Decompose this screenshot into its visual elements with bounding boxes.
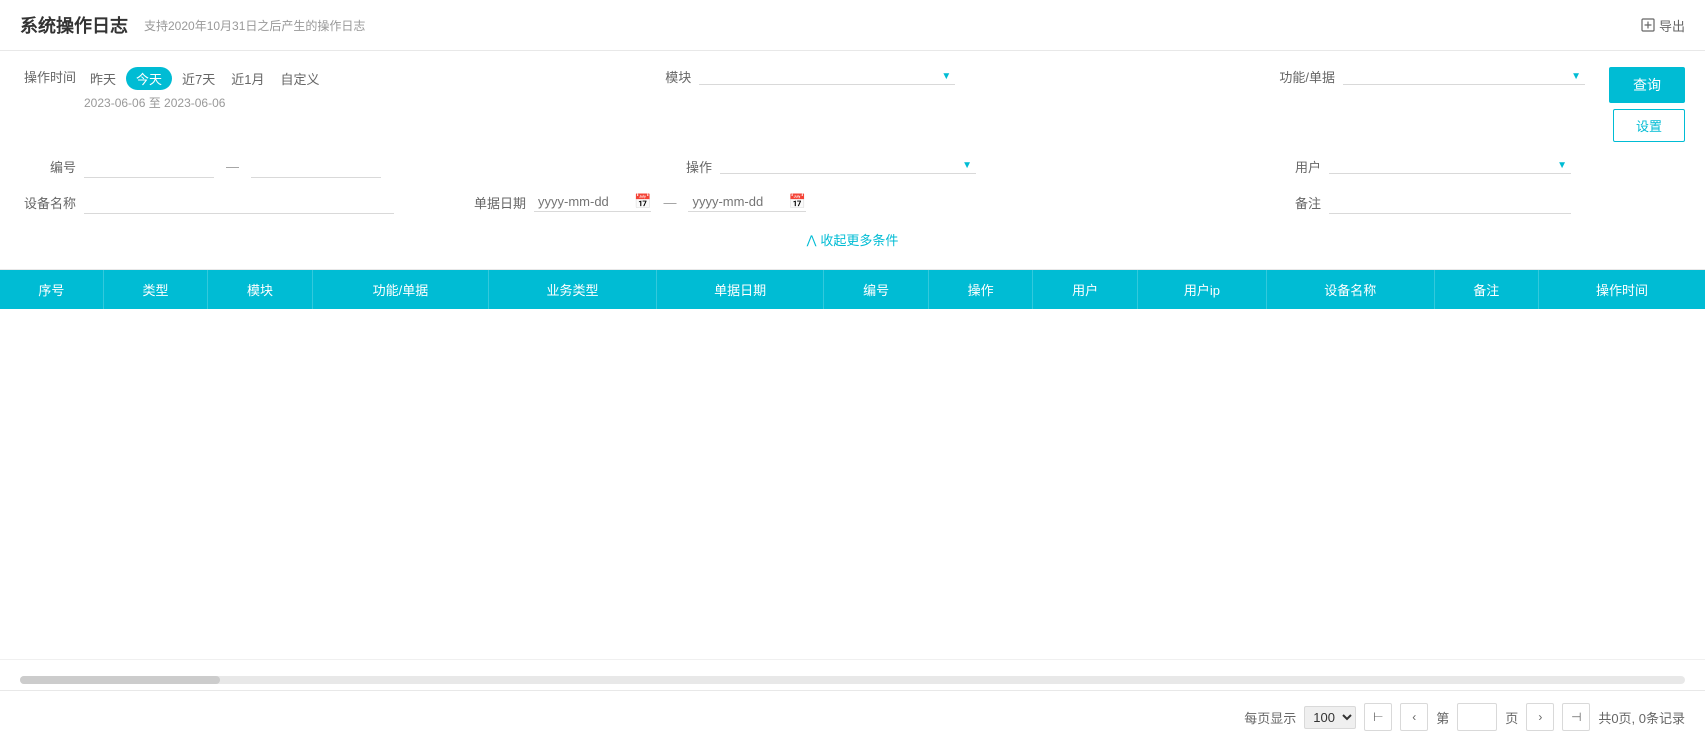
calendar-end-icon[interactable]: 📅 <box>788 193 805 210</box>
total-info: 共0页, 0条记录 <box>1598 708 1685 727</box>
page-input[interactable]: 1 <box>1457 703 1497 731</box>
operation-label: 操作 <box>656 157 712 176</box>
filter-row3: 设备名称 单据日期 📅 — 📅 备注 <box>20 190 1685 214</box>
page-title: 系统操作日志 <box>20 12 128 38</box>
col-header-optime: 操作时间 <box>1539 270 1705 309</box>
per-page-label: 每页显示 <box>1244 708 1296 727</box>
date-dash: — <box>659 195 680 210</box>
col-header-func: 功能/单据 <box>312 270 488 309</box>
export-icon <box>1641 18 1655 32</box>
time-btn-custom[interactable]: 自定义 <box>275 67 326 90</box>
user-chevron-icon: ▼ <box>1557 160 1567 171</box>
settings-button[interactable]: 设置 <box>1613 109 1685 142</box>
col-header-type: 类型 <box>103 270 207 309</box>
col-header-remark: 备注 <box>1434 270 1538 309</box>
export-label: 导出 <box>1659 16 1685 35</box>
col-header-biztype: 业务类型 <box>489 270 657 309</box>
time-options-group: 昨天 今天 近7天 近1月 自定义 2023-06-06 至 2023-06-0… <box>84 67 326 111</box>
user-group: 用户 ▼ <box>1251 157 1571 176</box>
page-label: 第 <box>1436 708 1449 727</box>
time-btn-yesterday[interactable]: 昨天 <box>84 67 122 90</box>
func-chevron-icon: ▼ <box>1571 71 1581 82</box>
collapse-chevron-icon: ⋀ <box>807 233 817 247</box>
time-buttons-row: 昨天 今天 近7天 近1月 自定义 <box>84 67 326 90</box>
number-input-start[interactable] <box>84 154 214 178</box>
col-header-device: 设备名称 <box>1266 270 1434 309</box>
date-start-input[interactable] <box>534 192 634 211</box>
empty-row <box>0 309 1705 659</box>
collapse-button[interactable]: ⋀ 收起更多条件 <box>807 230 899 249</box>
prev-page-btn[interactable]: ‹ <box>1400 703 1428 731</box>
calendar-start-icon[interactable]: 📅 <box>634 193 651 210</box>
time-btn-1month[interactable]: 近1月 <box>225 67 270 90</box>
operation-chevron-icon: ▼ <box>962 160 972 171</box>
module-label: 模块 <box>635 67 691 86</box>
user-dropdown[interactable]: ▼ <box>1329 158 1571 174</box>
table-container: 序号 类型 模块 功能/单据 业务类型 单据日期 编号 操作 用户 用户ip 设… <box>0 270 1705 670</box>
first-page-btn[interactable]: ⊢ <box>1364 703 1392 731</box>
col-header-userip: 用户ip <box>1137 270 1266 309</box>
user-label: 用户 <box>1251 157 1321 176</box>
col-header-number: 编号 <box>824 270 928 309</box>
filter-row2: 编号 — 操作 ▼ 用户 ▼ <box>20 154 1685 178</box>
func-label: 功能/单据 <box>1265 67 1335 86</box>
scrollbar-track <box>20 676 1685 684</box>
col-header-seq: 序号 <box>0 270 103 309</box>
page-container: 系统操作日志 支持2020年10月31日之后产生的操作日志 导出 操作时间 昨天… <box>0 0 1705 743</box>
query-button[interactable]: 查询 <box>1609 67 1685 103</box>
operation-dropdown[interactable]: ▼ <box>720 158 976 174</box>
operation-time-label: 操作时间 <box>20 67 76 86</box>
number-label: 编号 <box>20 157 76 176</box>
filter-area: 操作时间 昨天 今天 近7天 近1月 自定义 2023-06-06 至 2023… <box>0 51 1705 270</box>
last-page-btn[interactable]: ⊣ <box>1562 703 1590 731</box>
func-dropdown[interactable]: ▼ <box>1343 69 1585 85</box>
col-header-module: 模块 <box>208 270 312 309</box>
empty-cell <box>0 309 1705 659</box>
date-end-input[interactable] <box>688 192 788 211</box>
collapse-bar: ⋀ 收起更多条件 <box>20 222 1685 253</box>
number-dash: — <box>222 159 243 174</box>
module-group: 模块 ▼ <box>635 67 955 86</box>
scrollbar-thumb[interactable] <box>20 676 220 684</box>
module-chevron-icon: ▼ <box>941 71 951 82</box>
table-header-row: 序号 类型 模块 功能/单据 业务类型 单据日期 编号 操作 用户 用户ip 设… <box>0 270 1705 309</box>
operation-time-group: 操作时间 昨天 今天 近7天 近1月 自定义 2023-06-06 至 2023… <box>20 67 326 111</box>
export-button[interactable]: 导出 <box>1641 16 1685 35</box>
table-header: 序号 类型 模块 功能/单据 业务类型 单据日期 编号 操作 用户 用户ip 设… <box>0 270 1705 309</box>
page-header: 系统操作日志 支持2020年10月31日之后产生的操作日志 导出 <box>0 0 1705 51</box>
remark-input[interactable] <box>1329 190 1571 214</box>
remark-group: 备注 <box>1251 190 1571 214</box>
header-left: 系统操作日志 支持2020年10月31日之后产生的操作日志 <box>20 12 365 38</box>
date-start-wrapper: 📅 <box>534 192 651 212</box>
per-page-select[interactable]: 100 50 200 <box>1304 706 1356 729</box>
operation-group: 操作 ▼ <box>656 157 976 176</box>
collapse-label: 收起更多条件 <box>820 230 898 249</box>
time-btn-7days[interactable]: 近7天 <box>176 67 221 90</box>
time-btn-today[interactable]: 今天 <box>126 67 172 90</box>
scrollbar-container[interactable] <box>0 670 1705 690</box>
page-subtitle: 支持2020年10月31日之后产生的操作日志 <box>144 17 365 34</box>
device-group: 设备名称 <box>20 190 394 214</box>
col-header-user: 用户 <box>1033 270 1137 309</box>
device-label: 设备名称 <box>20 193 76 212</box>
number-input-end[interactable] <box>251 154 381 178</box>
col-header-vdate: 单据日期 <box>656 270 824 309</box>
number-group: 编号 — <box>20 154 381 178</box>
next-page-btn[interactable]: › <box>1526 703 1554 731</box>
device-input[interactable] <box>84 190 394 214</box>
voucher-date-group: 单据日期 📅 — 📅 <box>466 192 866 212</box>
pagination-bar: 每页显示 100 50 200 ⊢ ‹ 第 1 页 › ⊣ 共0页, 0条记录 <box>0 690 1705 743</box>
action-buttons: 查询 设置 <box>1609 67 1685 142</box>
date-range-display: 2023-06-06 至 2023-06-06 <box>84 94 326 111</box>
voucher-date-label: 单据日期 <box>466 193 526 212</box>
remark-label: 备注 <box>1251 193 1321 212</box>
col-header-operation: 操作 <box>928 270 1032 309</box>
data-table: 序号 类型 模块 功能/单据 业务类型 单据日期 编号 操作 用户 用户ip 设… <box>0 270 1705 660</box>
module-dropdown[interactable]: ▼ <box>699 69 955 85</box>
table-body <box>0 309 1705 659</box>
date-end-wrapper: 📅 <box>688 192 805 212</box>
func-group: 功能/单据 ▼ <box>1265 67 1585 86</box>
page-unit: 页 <box>1505 708 1518 727</box>
